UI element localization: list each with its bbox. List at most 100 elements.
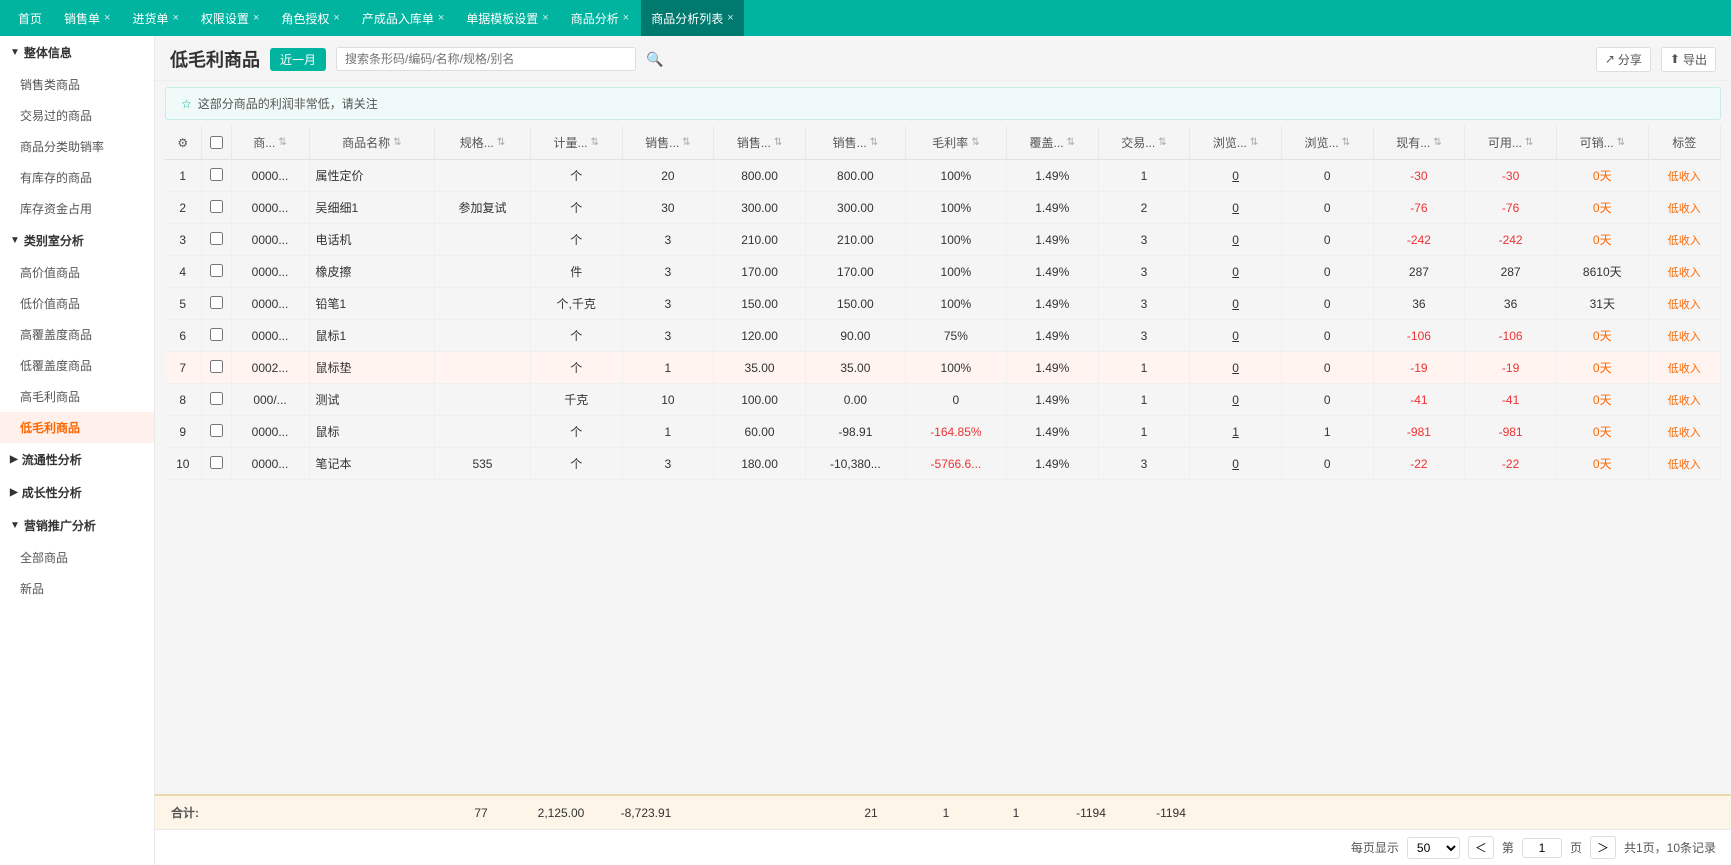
prev-page-button[interactable]: ＜ [1468, 836, 1494, 859]
row-view1[interactable]: 0 [1190, 192, 1282, 224]
sidebar-group-overall[interactable]: ▼ 整体信息 [0, 36, 154, 69]
row-name[interactable]: 笔记本 [309, 448, 435, 480]
row-name[interactable]: 鼠标垫 [309, 352, 435, 384]
row-view1[interactable]: 1 [1190, 416, 1282, 448]
sidebar-item-traded-products[interactable]: 交易过的商品 [0, 100, 154, 131]
sidebar-group-marketing[interactable]: ▼ 营销推广分析 [0, 509, 154, 542]
close-template-icon[interactable]: × [542, 12, 548, 24]
page-size-select[interactable]: 50 100 200 [1407, 837, 1460, 859]
sidebar-item-low-margin[interactable]: 低毛利商品 [0, 412, 154, 443]
sidebar-group-circulation[interactable]: ▶ 流通性分析 [0, 443, 154, 476]
close-product-analysis-icon[interactable]: × [623, 12, 629, 24]
row-checkbox-cell[interactable] [201, 320, 231, 352]
row-name[interactable]: 测试 [309, 384, 435, 416]
row-checkbox[interactable] [210, 360, 223, 373]
row-checkbox-cell[interactable] [201, 224, 231, 256]
row-view1[interactable]: 0 [1190, 384, 1282, 416]
row-view1[interactable]: 0 [1190, 320, 1282, 352]
row-checkbox-cell[interactable] [201, 384, 231, 416]
row-view1[interactable]: 0 [1190, 160, 1282, 192]
page-number-input[interactable] [1522, 838, 1562, 858]
row-checkbox[interactable] [210, 296, 223, 309]
row-checkbox-cell[interactable] [201, 288, 231, 320]
share-button[interactable]: ↗ 分享 [1596, 47, 1651, 72]
settings-icon[interactable]: ⚙ [177, 136, 188, 150]
sidebar-item-high-value[interactable]: 高价值商品 [0, 257, 154, 288]
close-permission-icon[interactable]: × [253, 12, 259, 24]
search-icon[interactable]: 🔍 [646, 51, 663, 68]
col-available[interactable]: 可用...⇅ [1465, 126, 1557, 160]
nav-product-inbound[interactable]: 产成品入库单 × [352, 0, 454, 36]
row-view1[interactable]: 0 [1190, 256, 1282, 288]
nav-template-settings[interactable]: 单据模板设置 × [456, 0, 558, 36]
close-purchase-order-icon[interactable]: × [172, 12, 178, 24]
export-button[interactable]: ⬆ 导出 [1661, 47, 1716, 72]
row-name[interactable]: 吴细细1 [309, 192, 435, 224]
row-view1[interactable]: 0 [1190, 352, 1282, 384]
col-checkbox[interactable] [201, 126, 231, 160]
nav-analysis-list[interactable]: 商品分析列表 × [641, 0, 743, 36]
row-name[interactable]: 电话机 [309, 224, 435, 256]
col-tag[interactable]: 标签 [1648, 126, 1720, 160]
row-checkbox-cell[interactable] [201, 416, 231, 448]
row-checkbox[interactable] [210, 168, 223, 181]
row-checkbox-cell[interactable] [201, 160, 231, 192]
col-settings[interactable]: ⚙ [165, 126, 201, 160]
col-current-stock[interactable]: 现有...⇅ [1373, 126, 1465, 160]
row-view1[interactable]: 0 [1190, 224, 1282, 256]
sidebar-item-low-coverage[interactable]: 低覆盖度商品 [0, 350, 154, 381]
row-name[interactable]: 属性定价 [309, 160, 435, 192]
next-page-button[interactable]: ＞ [1590, 836, 1616, 859]
col-coverage[interactable]: 覆盖...⇅ [1006, 126, 1098, 160]
nav-product-analysis[interactable]: 商品分析 × [561, 0, 639, 36]
row-checkbox[interactable] [210, 232, 223, 245]
date-filter-button[interactable]: 近一月 [270, 48, 326, 71]
row-name[interactable]: 橡皮擦 [309, 256, 435, 288]
sidebar-item-category-sales-rate[interactable]: 商品分类助销率 [0, 131, 154, 162]
row-checkbox[interactable] [210, 200, 223, 213]
col-sellable[interactable]: 可销...⇅ [1556, 126, 1648, 160]
row-checkbox[interactable] [210, 392, 223, 405]
row-checkbox-cell[interactable] [201, 256, 231, 288]
row-name[interactable]: 铅笔1 [309, 288, 435, 320]
sidebar-item-all-products[interactable]: 全部商品 [0, 542, 154, 573]
col-code[interactable]: 商...⇅ [231, 126, 309, 160]
col-sales-amount[interactable]: 销售...⇅ [805, 126, 905, 160]
col-view1[interactable]: 浏览...⇅ [1190, 126, 1282, 160]
row-checkbox[interactable] [210, 456, 223, 469]
sidebar-item-in-stock-products[interactable]: 有库存的商品 [0, 162, 154, 193]
col-sales-qty[interactable]: 销售...⇅ [622, 126, 714, 160]
select-all-checkbox[interactable] [210, 136, 223, 149]
row-checkbox-cell[interactable] [201, 448, 231, 480]
sidebar-group-growth[interactable]: ▶ 成长性分析 [0, 476, 154, 509]
col-spec[interactable]: 规格...⇅ [435, 126, 531, 160]
nav-sales-order[interactable]: 销售单 × [54, 0, 120, 36]
sidebar-item-low-value[interactable]: 低价值商品 [0, 288, 154, 319]
col-unit[interactable]: 计量...⇅ [530, 126, 622, 160]
col-trade[interactable]: 交易...⇅ [1098, 126, 1190, 160]
nav-purchase-order[interactable]: 进货单 × [122, 0, 188, 36]
sidebar-item-inventory-capital[interactable]: 库存资金占用 [0, 193, 154, 224]
row-view1[interactable]: 0 [1190, 288, 1282, 320]
row-name[interactable]: 鼠标 [309, 416, 435, 448]
sidebar-item-high-margin[interactable]: 高毛利商品 [0, 381, 154, 412]
col-view2[interactable]: 浏览...⇅ [1281, 126, 1373, 160]
sidebar-item-new-products[interactable]: 新品 [0, 573, 154, 604]
close-sales-order-icon[interactable]: × [104, 12, 110, 24]
search-input[interactable] [336, 47, 636, 71]
row-checkbox-cell[interactable] [201, 192, 231, 224]
row-checkbox-cell[interactable] [201, 352, 231, 384]
sidebar-group-category-analysis[interactable]: ▼ 类别室分析 [0, 224, 154, 257]
nav-home[interactable]: 首页 [8, 0, 52, 36]
col-gross-margin[interactable]: 毛利率⇅ [905, 126, 1006, 160]
row-checkbox[interactable] [210, 264, 223, 277]
col-name[interactable]: 商品名称⇅ [309, 126, 435, 160]
close-role-auth-icon[interactable]: × [333, 12, 339, 24]
row-name[interactable]: 鼠标1 [309, 320, 435, 352]
sidebar-item-sales-products[interactable]: 销售类商品 [0, 69, 154, 100]
sidebar-item-high-coverage[interactable]: 高覆盖度商品 [0, 319, 154, 350]
nav-permission-settings[interactable]: 权限设置 × [191, 0, 269, 36]
nav-role-auth[interactable]: 角色授权 × [271, 0, 349, 36]
close-product-inbound-icon[interactable]: × [438, 12, 444, 24]
close-analysis-list-icon[interactable]: × [727, 12, 733, 24]
